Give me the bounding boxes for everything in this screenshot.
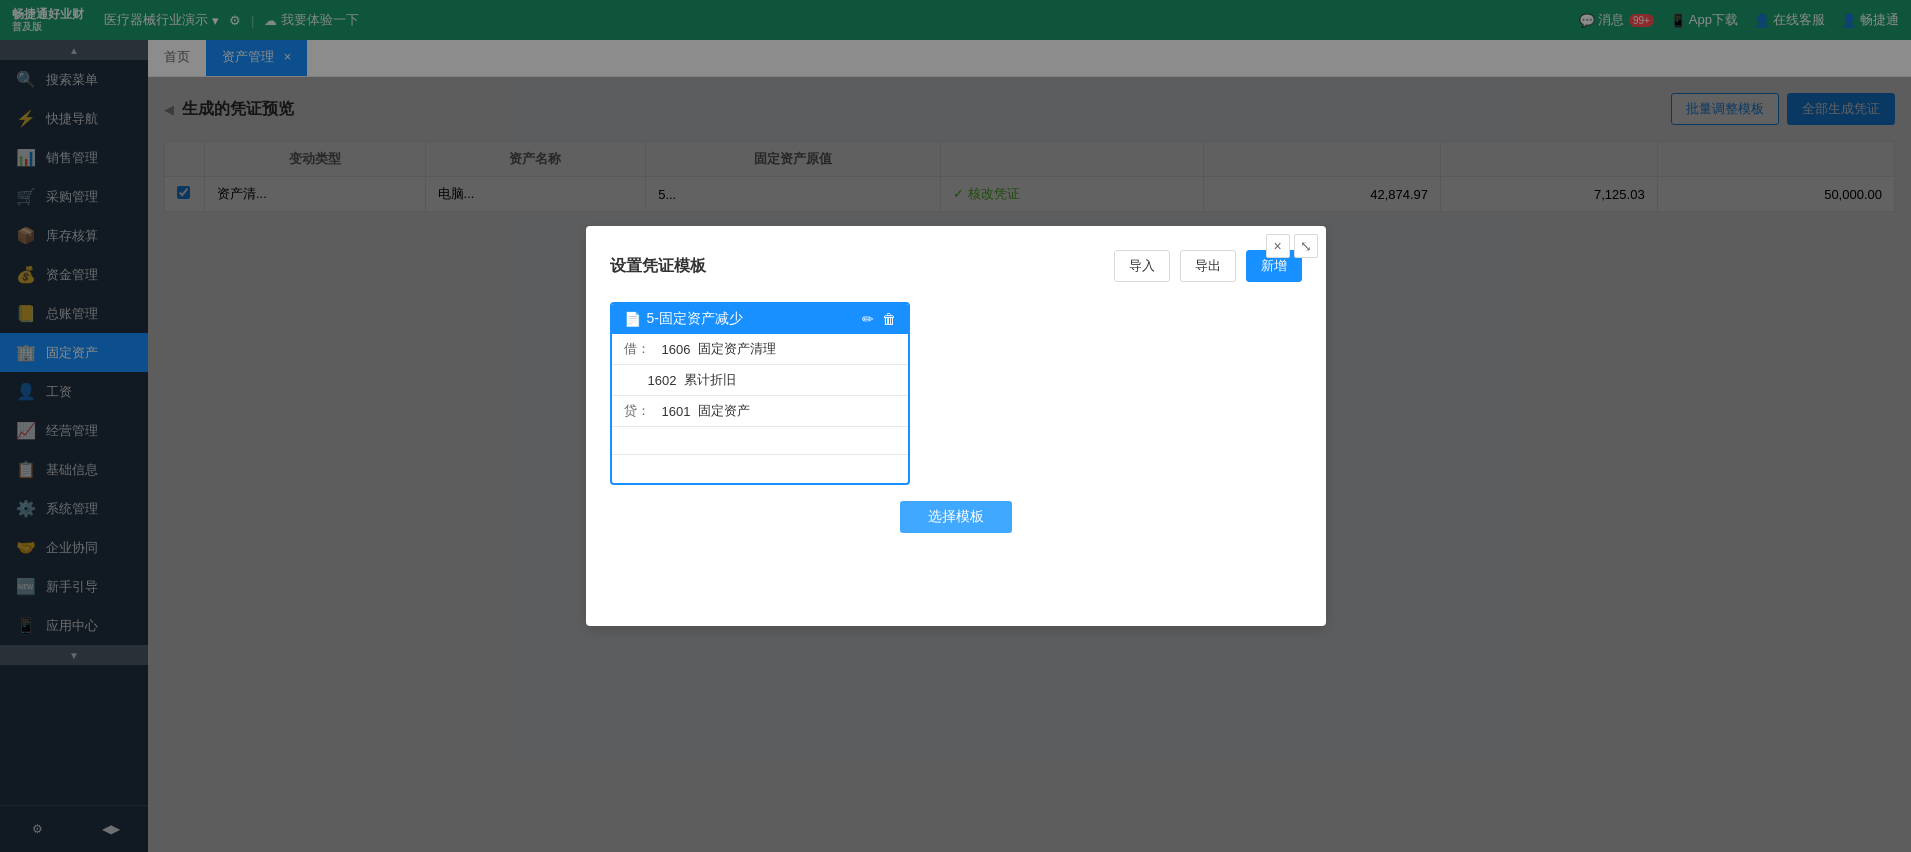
template-card-title: 📄 5-固定资产减少	[624, 310, 743, 328]
template-edit-icon[interactable]: ✏	[862, 311, 874, 327]
export-btn[interactable]: 导出	[1180, 250, 1236, 282]
import-btn[interactable]: 导入	[1114, 250, 1170, 282]
template-card-header: 📄 5-固定资产减少 ✏ 🗑	[612, 304, 908, 334]
template-row-3	[612, 427, 908, 455]
template-row-1: 1602 累计折旧	[612, 365, 908, 396]
modal-header: 设置凭证模板 导入 导出 新增	[610, 250, 1302, 282]
template-row-2: 贷： 1601 固定资产	[612, 396, 908, 427]
template-row-4	[612, 455, 908, 483]
dialog-controls: × ⤡	[1266, 234, 1318, 258]
dialog-close-btn[interactable]: ×	[1266, 234, 1290, 258]
select-template-btn[interactable]: 选择模板	[900, 501, 1012, 533]
template-body: 借： 1606 固定资产清理 1602 累计折旧 贷： 1601	[612, 334, 908, 483]
modal-overlay: × ⤡ 设置凭证模板 导入 导出 新增	[148, 40, 1911, 852]
template-row-0: 借： 1606 固定资产清理	[612, 334, 908, 365]
template-card: 📄 5-固定资产减少 ✏ 🗑 借： 1606	[610, 302, 910, 485]
voucher-template-modal: × ⤡ 设置凭证模板 导入 导出 新增	[586, 226, 1326, 626]
template-card-actions: ✏ 🗑	[862, 311, 896, 327]
modal-title: 设置凭证模板	[610, 256, 706, 277]
template-delete-icon[interactable]: 🗑	[882, 311, 896, 327]
template-doc-icon: 📄	[624, 311, 641, 327]
dialog-expand-btn[interactable]: ⤡	[1294, 234, 1318, 258]
